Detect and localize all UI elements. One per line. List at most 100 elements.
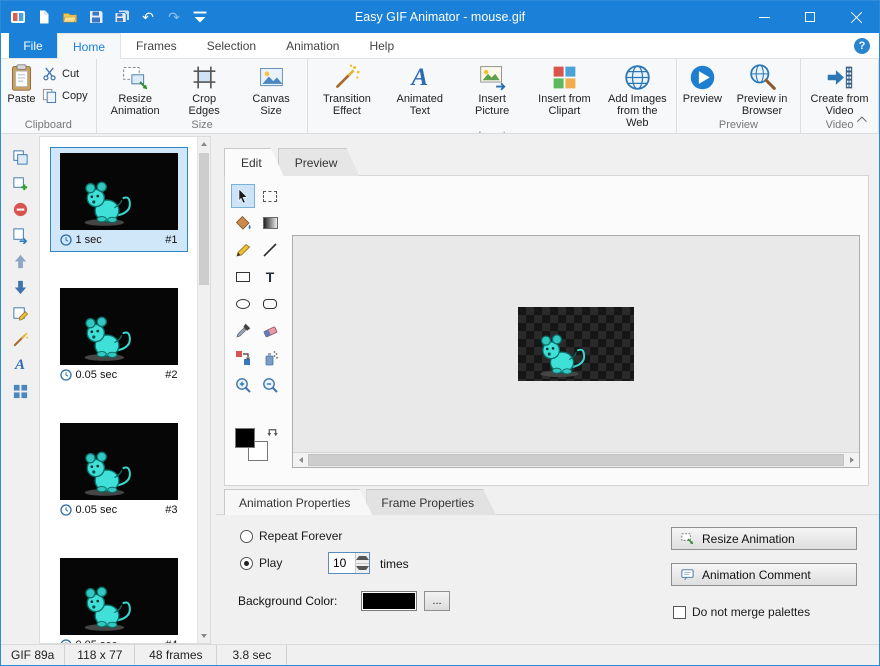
frame-toolstrip: A bbox=[1, 134, 39, 644]
extract-frame-button[interactable] bbox=[10, 226, 30, 244]
replace-color-tool[interactable] bbox=[231, 346, 255, 370]
marquee-select-tool[interactable] bbox=[258, 184, 282, 208]
play-radio[interactable] bbox=[240, 557, 253, 570]
tab-edit[interactable]: Edit bbox=[224, 148, 284, 176]
paste-button[interactable]: Paste bbox=[3, 60, 40, 118]
text-tool[interactable]: T bbox=[258, 265, 282, 289]
preview-in-browser-button[interactable]: Preview in Browser bbox=[726, 60, 798, 118]
gradient-tool[interactable] bbox=[258, 211, 282, 235]
cut-button[interactable]: Cut bbox=[42, 66, 88, 81]
tab-file[interactable]: File bbox=[9, 33, 57, 58]
frame-item-3[interactable]: 0.05 sec #3 bbox=[50, 417, 188, 522]
frames-scrollbar[interactable] bbox=[197, 137, 210, 643]
maximize-button[interactable] bbox=[787, 1, 833, 33]
add-images-from-web-button[interactable]: Add Images from the Web bbox=[601, 60, 674, 129]
frame-item-1[interactable]: 1 sec #1 bbox=[50, 147, 188, 252]
do-not-merge-option[interactable]: Do not merge palettes bbox=[673, 605, 810, 619]
close-button[interactable] bbox=[833, 1, 879, 33]
canvas-size-button[interactable]: Canvas Size bbox=[237, 60, 306, 118]
tab-home[interactable]: Home bbox=[57, 33, 121, 59]
app-icon[interactable] bbox=[7, 6, 29, 28]
collapse-ribbon-button[interactable] bbox=[857, 115, 867, 123]
rectangle-tool[interactable] bbox=[231, 265, 255, 289]
frame-text-button[interactable]: A bbox=[10, 356, 30, 374]
copy-button[interactable]: Copy bbox=[42, 88, 88, 103]
tab-help[interactable]: Help bbox=[354, 33, 409, 58]
gif-image[interactable] bbox=[518, 307, 634, 381]
spray-tool[interactable] bbox=[258, 346, 282, 370]
tab-animation[interactable]: Animation bbox=[271, 33, 354, 58]
repeat-forever-option[interactable]: Repeat Forever bbox=[240, 529, 342, 543]
do-not-merge-checkbox[interactable] bbox=[673, 606, 686, 619]
frame-item-4[interactable]: 0.05 sec #4 bbox=[50, 552, 188, 643]
create-from-video-button[interactable]: Create from Video bbox=[803, 60, 876, 118]
eyedropper-tool[interactable] bbox=[231, 319, 255, 343]
line-tool[interactable] bbox=[258, 238, 282, 262]
edit-canvas[interactable] bbox=[292, 235, 860, 468]
tab-frame-properties[interactable]: Frame Properties bbox=[366, 489, 496, 515]
canvas-horizontal-scrollbar[interactable] bbox=[293, 452, 859, 467]
transition-effect-button[interactable]: Transition Effect bbox=[310, 60, 383, 129]
pencil-tool[interactable] bbox=[231, 238, 255, 262]
undo-icon[interactable]: ↶ bbox=[137, 6, 159, 28]
edit-frame-button[interactable] bbox=[10, 304, 30, 322]
frame-effects-wand-button[interactable] bbox=[10, 330, 30, 348]
eraser-tool[interactable] bbox=[258, 319, 282, 343]
scroll-up-arrow[interactable] bbox=[198, 137, 210, 151]
duplicate-frame-button[interactable] bbox=[10, 148, 30, 166]
preview-button[interactable]: Preview bbox=[679, 60, 726, 118]
repeat-forever-radio[interactable] bbox=[240, 530, 253, 543]
rounded-rect-tool[interactable] bbox=[258, 292, 282, 316]
tab-selection[interactable]: Selection bbox=[192, 33, 271, 58]
scroll-right-arrow[interactable] bbox=[844, 453, 859, 467]
add-frame-button[interactable] bbox=[10, 174, 30, 192]
insert-picture-button[interactable]: Insert Picture bbox=[456, 60, 528, 129]
animated-text-button[interactable]: A Animated Text bbox=[383, 60, 456, 129]
help-button[interactable]: ? bbox=[854, 38, 870, 54]
save-icon[interactable] bbox=[85, 6, 107, 28]
play-count-input[interactable] bbox=[329, 553, 355, 573]
ellipse-tool[interactable] bbox=[231, 292, 255, 316]
tab-frames[interactable]: Frames bbox=[121, 33, 192, 58]
clock-icon bbox=[60, 369, 72, 381]
frame-number: #2 bbox=[165, 369, 177, 381]
swap-colors-icon[interactable] bbox=[266, 426, 279, 439]
scrollbar-thumb[interactable] bbox=[308, 454, 844, 466]
minimize-button[interactable] bbox=[741, 1, 787, 33]
play-option[interactable]: Play bbox=[240, 556, 282, 570]
move-frame-up-button[interactable] bbox=[10, 252, 30, 270]
redo-glyph: ↷ bbox=[168, 10, 180, 24]
move-frame-down-button[interactable] bbox=[10, 278, 30, 296]
insert-from-clipart-button[interactable]: Insert from Clipart bbox=[528, 60, 601, 129]
background-color-browse-button[interactable]: ... bbox=[424, 591, 450, 611]
frame-number: #4 bbox=[165, 639, 177, 643]
tab-edit-preview[interactable]: Preview bbox=[278, 148, 360, 176]
zoom-out-tool[interactable] bbox=[258, 373, 282, 397]
open-folder-icon[interactable] bbox=[59, 6, 81, 28]
frame-item-2[interactable]: 0.05 sec #2 bbox=[50, 282, 188, 387]
zoom-in-tool[interactable] bbox=[231, 373, 255, 397]
animation-comment-button[interactable]: Animation Comment bbox=[671, 563, 857, 586]
new-file-icon[interactable] bbox=[33, 6, 55, 28]
insert-picture-icon bbox=[478, 63, 507, 92]
spin-up-button[interactable] bbox=[356, 553, 369, 563]
resize-animation-panel-button[interactable]: Resize Animation bbox=[671, 527, 857, 550]
tab-animation-properties[interactable]: Animation Properties bbox=[224, 489, 372, 515]
foreground-color-swatch[interactable] bbox=[235, 428, 255, 448]
select-tool[interactable] bbox=[231, 184, 255, 208]
redo-icon[interactable]: ↷ bbox=[163, 6, 185, 28]
spin-down-button[interactable] bbox=[356, 563, 369, 574]
delete-frame-button[interactable] bbox=[10, 200, 30, 218]
qat-customize-icon[interactable] bbox=[189, 6, 211, 28]
save-all-icon[interactable] bbox=[111, 6, 133, 28]
resize-animation-button[interactable]: Resize Animation bbox=[99, 60, 172, 118]
crop-edges-button[interactable]: Crop Edges bbox=[172, 60, 237, 118]
fill-tool[interactable] bbox=[231, 211, 255, 235]
scroll-left-arrow[interactable] bbox=[293, 453, 308, 467]
scrollbar-thumb[interactable] bbox=[199, 153, 209, 285]
frame-grid-button[interactable] bbox=[10, 382, 30, 400]
scroll-down-arrow[interactable] bbox=[198, 629, 210, 643]
frame-thumbnail bbox=[60, 288, 178, 365]
background-color-label: Background Color: bbox=[238, 594, 337, 608]
animation-background-swatch[interactable] bbox=[361, 591, 417, 611]
